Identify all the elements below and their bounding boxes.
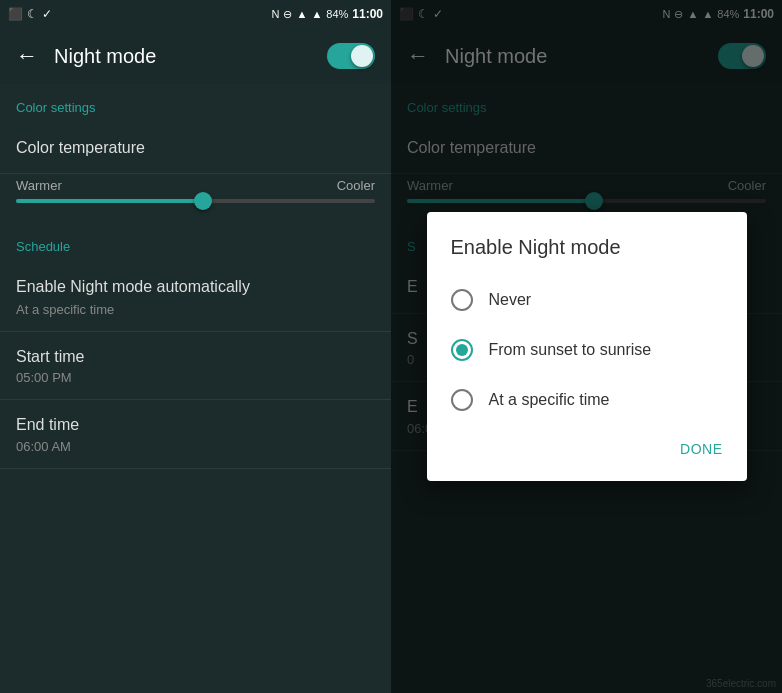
option-never-label: Never	[489, 291, 532, 309]
option-never[interactable]: Never	[427, 275, 747, 325]
color-settings-header-left: Color settings	[0, 84, 391, 123]
option-specific-label: At a specific time	[489, 391, 610, 409]
start-time-value: 05:00 PM	[16, 370, 375, 385]
warmer-label-left: Warmer	[16, 178, 62, 193]
end-time-item[interactable]: End time 06:00 AM	[0, 400, 391, 468]
start-time-item[interactable]: Start time 05:00 PM	[0, 332, 391, 400]
nfc-icon: N	[272, 8, 280, 20]
slider-labels-left: Warmer Cooler	[16, 178, 375, 193]
end-time-value: 06:00 AM	[16, 439, 375, 454]
status-icons-right: N ⊖ ▲ ▲ 84% 11:00	[272, 7, 383, 21]
start-time-label: Start time	[16, 346, 375, 368]
battery-indicator: 84%	[326, 8, 348, 20]
dialog-title: Enable Night mode	[427, 236, 747, 275]
color-temperature-item-left: Color temperature	[0, 123, 391, 174]
left-panel: ⬛ ☾ ✓ N ⊖ ▲ ▲ 84% 11:00 ← Night mode Col…	[0, 0, 391, 693]
schedule-header-left: Schedule	[0, 223, 391, 262]
end-time-label: End time	[16, 414, 375, 436]
toggle-knob-left	[351, 45, 373, 67]
option-specific[interactable]: At a specific time	[427, 375, 747, 425]
dialog-actions: DONE	[427, 425, 747, 473]
enable-night-mode-subtitle: At a specific time	[16, 302, 375, 317]
check-icon: ✓	[42, 7, 52, 21]
enable-night-mode-item[interactable]: Enable Night mode automatically At a spe…	[0, 262, 391, 331]
toolbar-left: ← Night mode	[0, 28, 391, 84]
page-title-left: Night mode	[54, 45, 156, 68]
status-time: 11:00	[352, 7, 383, 21]
option-sunset[interactable]: From sunset to sunrise	[427, 325, 747, 375]
radio-sunset[interactable]	[451, 339, 473, 361]
signal-icon: ▲	[311, 8, 322, 20]
minus-icon: ⊖	[283, 8, 292, 21]
status-bar-left: ⬛ ☾ ✓ N ⊖ ▲ ▲ 84% 11:00	[0, 0, 391, 28]
slider-fill-left	[16, 199, 203, 203]
night-mode-toggle-left[interactable]	[327, 43, 375, 69]
status-icons-left: ⬛ ☾ ✓	[8, 7, 52, 21]
radio-never[interactable]	[451, 289, 473, 311]
slider-area-left: Warmer Cooler	[0, 174, 391, 223]
option-sunset-label: From sunset to sunrise	[489, 341, 652, 359]
wifi-icon: ▲	[296, 8, 307, 20]
toolbar-left-group: ← Night mode	[16, 43, 156, 69]
radio-sunset-inner	[456, 344, 468, 356]
back-button[interactable]: ←	[16, 43, 38, 69]
slider-thumb-left[interactable]	[194, 192, 212, 210]
enable-night-mode-label: Enable Night mode automatically	[16, 276, 375, 298]
dialog: Enable Night mode Never From sunset to s…	[427, 212, 747, 481]
screenshot-icon: ⬛	[8, 7, 23, 21]
radio-specific[interactable]	[451, 389, 473, 411]
moon-icon: ☾	[27, 7, 38, 21]
color-temperature-label-left: Color temperature	[16, 137, 375, 159]
cooler-label-left: Cooler	[337, 178, 375, 193]
done-button[interactable]: DONE	[672, 433, 730, 465]
left-content: Color settings Color temperature Warmer …	[0, 84, 391, 693]
dialog-backdrop: Enable Night mode Never From sunset to s…	[391, 0, 782, 693]
right-panel: ⬛ ☾ ✓ N ⊖ ▲ ▲ 84% 11:00 ← Night mode Col…	[391, 0, 782, 693]
slider-track-left[interactable]	[16, 199, 375, 203]
